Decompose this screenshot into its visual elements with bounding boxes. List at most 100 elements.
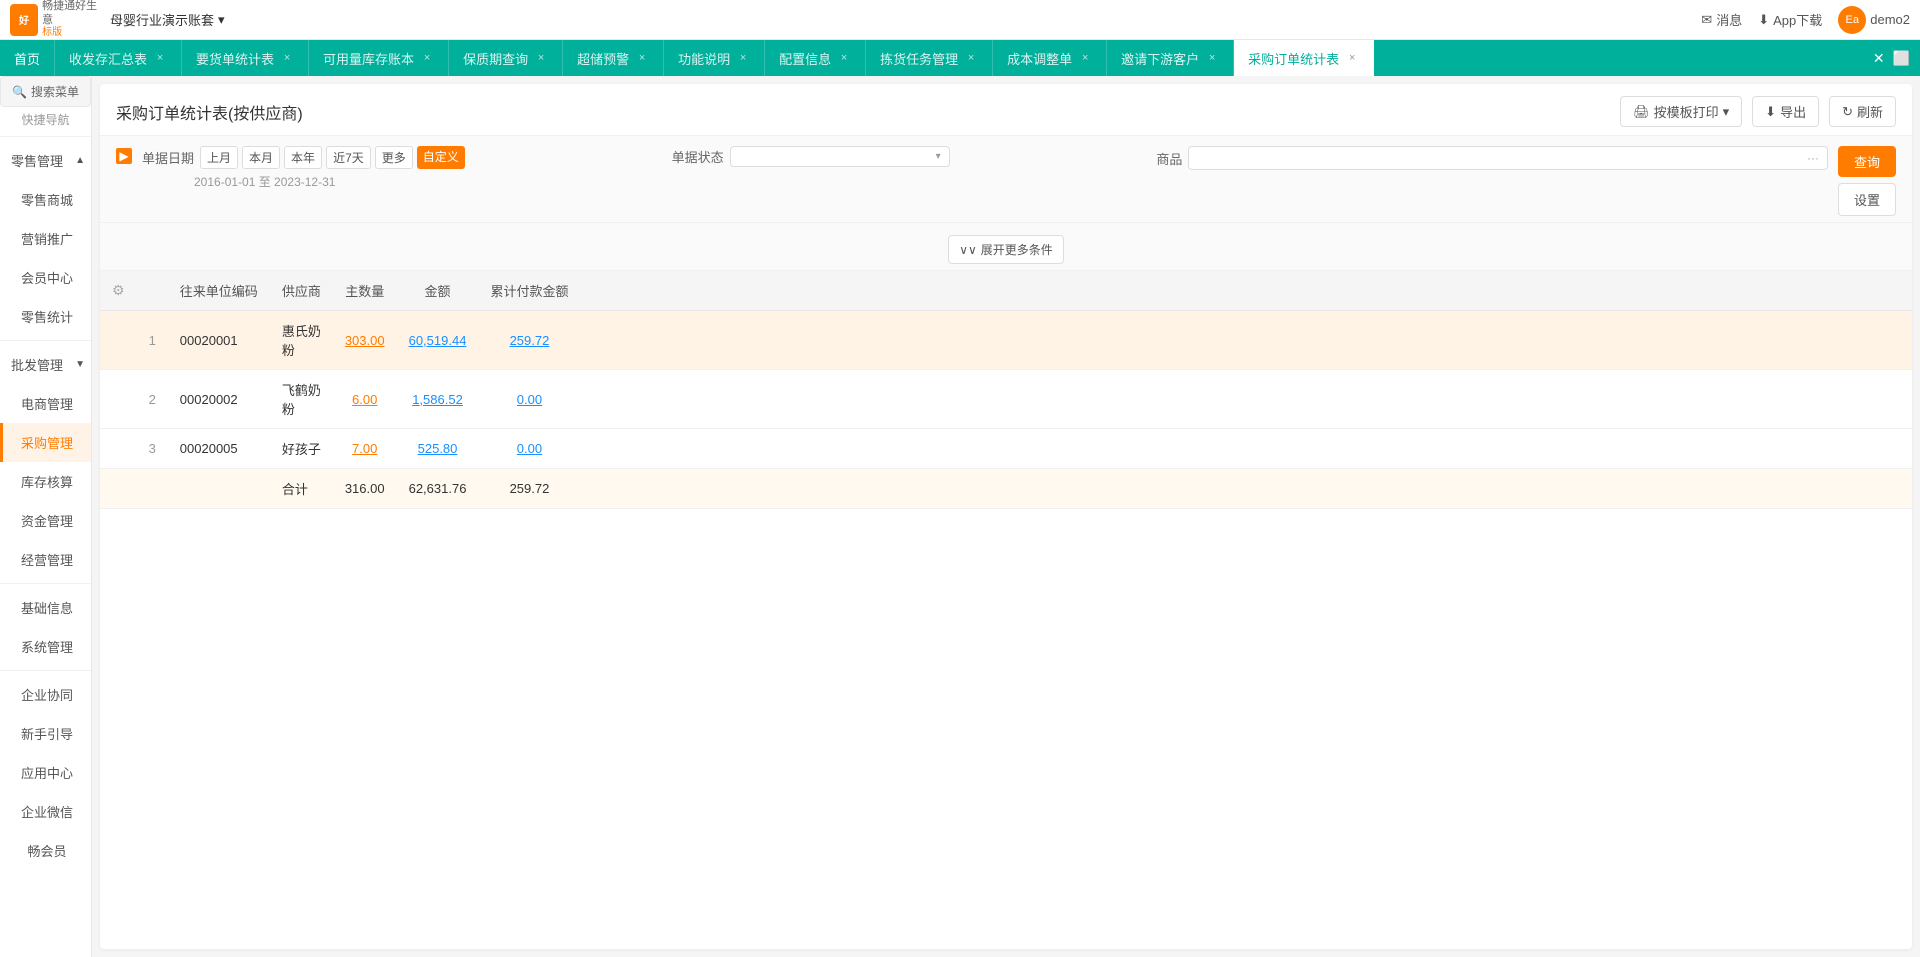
sidebar-item-retail-stat[interactable]: 零售统计 [0,297,91,336]
product-select[interactable]: ··· [1188,146,1828,170]
tab-cost[interactable]: 成本调整单 × [993,40,1107,76]
user-area[interactable]: Ea demo2 [1838,6,1910,34]
sidebar-item-wholesale-label: 批发管理 [11,355,63,374]
sidebar-item-member-label: 会员中心 [21,268,73,287]
company-select[interactable]: 母婴行业演示账套 ▾ [110,10,225,29]
qty-link[interactable]: 6.00 [352,392,377,407]
tab-available-stock-label: 可用量库存账本 [323,49,414,68]
sidebar-item-retail-shop-label: 零售商城 [21,190,73,209]
tab-config-label: 配置信息 [779,49,831,68]
tab-home[interactable]: 首页 [0,40,55,76]
sidebar-item-enterprise[interactable]: 企业协同 [0,675,91,714]
tab-goods-summary[interactable]: 要货单统计表 × [182,40,309,76]
qty-link[interactable]: 7.00 [352,441,377,456]
sidebar-item-retail-shop[interactable]: 零售商城 [0,180,91,219]
tab-collect-close[interactable]: × [153,51,167,65]
table-row[interactable]: 3 00020005 好孩子 7.00 525.80 0. [100,429,1912,469]
chevron-down-icon: ▾ [218,12,225,28]
tab-expiry[interactable]: 保质期查询 × [449,40,563,76]
chevron-down-icon: ▼ [75,359,85,370]
tab-config[interactable]: 配置信息 × [765,40,866,76]
col-supplier: 供应商 [270,271,333,311]
nav-tabs: 首页 收发存汇总表 × 要货单统计表 × 可用量库存账本 × 保质期查询 × 超… [0,40,1920,76]
amount-link[interactable]: 1,586.52 [412,392,463,407]
tab-purchase-summary[interactable]: 采购订单统计表 × [1234,40,1374,76]
expand-arrow-btn[interactable]: ▶ [116,148,132,164]
sidebar-item-wechat[interactable]: 企业微信 [0,792,91,831]
footer-code [168,469,270,509]
table-row[interactable]: 1 00020001 惠氏奶粉 303.00 60,519.44 [100,311,1912,370]
paid-link[interactable]: 0.00 [517,441,542,456]
tab-goods-summary-close[interactable]: × [280,51,294,65]
tab-function[interactable]: 功能说明 × [664,40,765,76]
tab-invite-close[interactable]: × [1205,51,1219,65]
tab-cost-label: 成本调整单 [1007,49,1072,68]
sidebar-item-system[interactable]: 系统管理 [0,627,91,666]
search-btn[interactable]: 查询 [1838,146,1896,177]
gear-icon[interactable]: ⚙ [112,282,125,298]
tab-overstock[interactable]: 超储预警 × [563,40,664,76]
shortcut-more[interactable]: 更多 [375,146,413,169]
sidebar-item-guide[interactable]: 新手引导 [0,714,91,753]
search-menu-btn[interactable]: 🔍 搜索菜单 [0,76,91,107]
tab-available-stock[interactable]: 可用量库存账本 × [309,40,449,76]
expand-more-btn[interactable]: ∨∨ 展开更多条件 [948,235,1064,264]
message-btn[interactable]: ✉ 消息 [1701,10,1742,29]
sidebar-item-operations[interactable]: 经营管理 [0,540,91,579]
export-btn[interactable]: ⬇ 导出 [1752,96,1819,127]
tab-overstock-close[interactable]: × [635,51,649,65]
row-paid: 259.72 [478,311,580,370]
shortcut-7days[interactable]: 近7天 [326,146,371,169]
row-code: 00020005 [168,429,270,469]
qty-link[interactable]: 303.00 [345,333,385,348]
maximize-window-icon[interactable]: ⬜ [1893,50,1910,67]
tab-config-close[interactable]: × [837,51,851,65]
refresh-btn[interactable]: ↻ 刷新 [1829,96,1896,127]
sidebar-item-inventory[interactable]: 库存核算 [0,462,91,501]
export-icon: ⬇ [1765,104,1776,120]
status-select[interactable]: ▾ [730,146,950,167]
tab-invite[interactable]: 邀请下游客户 × [1107,40,1234,76]
shortcut-last-month[interactable]: 上月 [200,146,238,169]
settings-btn[interactable]: 设置 [1838,183,1896,216]
tab-available-stock-close[interactable]: × [420,51,434,65]
amount-link[interactable]: 60,519.44 [409,333,467,348]
tab-overstock-label: 超储预警 [577,49,629,68]
tab-collect[interactable]: 收发存汇总表 × [55,40,182,76]
sidebar-divider-3 [0,583,91,584]
row-paid: 0.00 [478,429,580,469]
shortcut-custom[interactable]: 自定义 [417,146,465,169]
sidebar-item-purchase[interactable]: 采购管理 [0,423,91,462]
product-more-icon[interactable]: ··· [1807,151,1819,165]
sidebar-item-app-center[interactable]: 应用中心 [0,753,91,792]
print-btn[interactable]: 🖨 按模板打印 ▾ [1620,96,1742,127]
tab-function-close[interactable]: × [736,51,750,65]
sidebar-item-member[interactable]: 会员中心 [0,258,91,297]
tab-picking-close[interactable]: × [964,51,978,65]
sidebar-item-vip[interactable]: 畅会员 [0,831,91,870]
amount-link[interactable]: 525.80 [418,441,458,456]
sidebar-item-wholesale[interactable]: 批发管理 ▼ [0,345,91,384]
footer-paid: 259.72 [478,469,580,509]
chevron-icon: ▲ [75,155,85,166]
sidebar-item-finance[interactable]: 资金管理 [0,501,91,540]
paid-link[interactable]: 259.72 [510,333,550,348]
tab-expiry-close[interactable]: × [534,51,548,65]
quick-nav-label[interactable]: 快捷导航 [0,107,91,132]
tab-home-label: 首页 [14,49,40,68]
tab-picking[interactable]: 拣货任务管理 × [866,40,993,76]
footer-label: 合计 [270,469,333,509]
sidebar-item-basic[interactable]: 基础信息 [0,588,91,627]
app-download-btn[interactable]: ⬇ App下载 [1758,10,1822,29]
shortcut-this-month[interactable]: 本月 [242,146,280,169]
table-row[interactable]: 2 00020002 飞鹤奶粉 6.00 1,586.52 [100,370,1912,429]
tab-cost-close[interactable]: × [1078,51,1092,65]
sidebar-item-retail[interactable]: 零售管理 ▲ [0,141,91,180]
paid-link[interactable]: 0.00 [517,392,542,407]
close-window-icon[interactable]: ✕ [1873,50,1885,67]
sidebar-item-ecommerce[interactable]: 电商管理 [0,384,91,423]
download-icon: ⬇ [1758,12,1769,28]
shortcut-this-year[interactable]: 本年 [284,146,322,169]
tab-purchase-summary-close[interactable]: × [1345,51,1359,65]
sidebar-item-marketing[interactable]: 营销推广 [0,219,91,258]
